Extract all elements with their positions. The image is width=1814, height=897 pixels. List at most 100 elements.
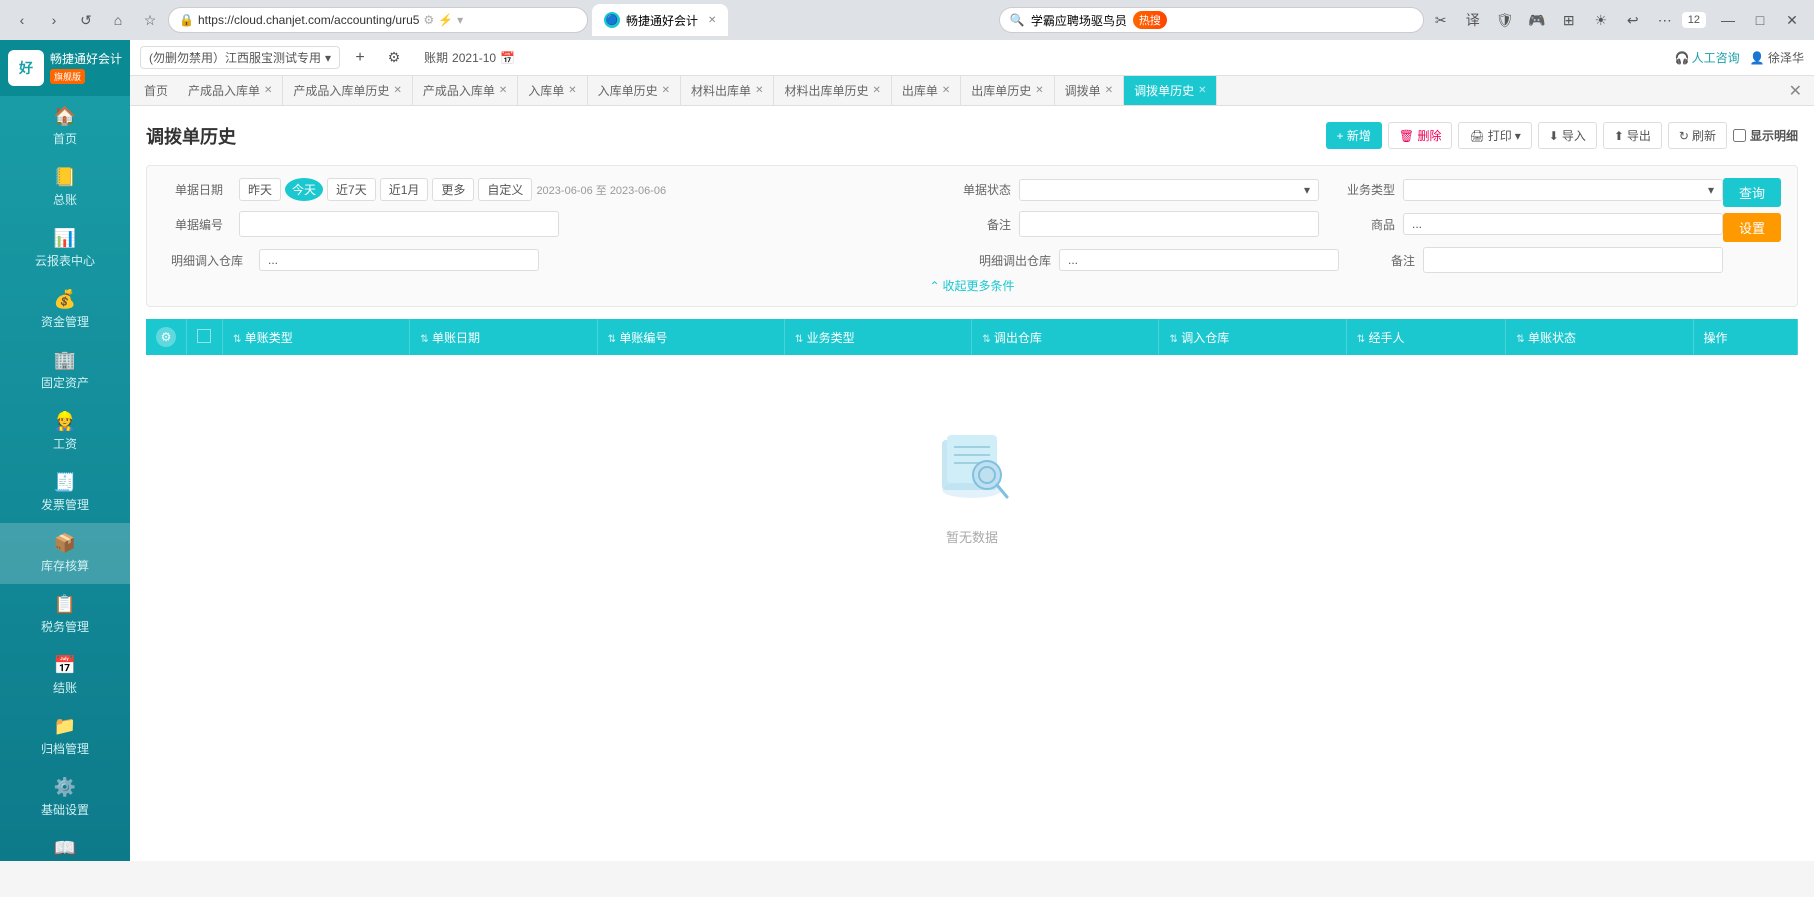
- close-tab-icon[interactable]: ✕: [499, 85, 507, 96]
- sidebar-item-inventory[interactable]: 📦 库存核算: [0, 523, 130, 584]
- print-dropdown[interactable]: ▾: [1515, 129, 1521, 143]
- sidebar-item-settings[interactable]: ⚙️ 基础设置: [0, 767, 130, 828]
- docno-input[interactable]: [239, 211, 559, 237]
- translate-icon[interactable]: 译: [1460, 7, 1486, 33]
- close-tab-icon[interactable]: ✕: [755, 85, 763, 96]
- tab-product-inbound2[interactable]: 产成品入库单 ✕: [413, 76, 518, 105]
- tab-transfer[interactable]: 调拨单 ✕: [1055, 76, 1124, 105]
- search-bar[interactable]: 🔍 学霸应聘场驱鸟员 热搜: [999, 7, 1424, 33]
- tab-inbound-history[interactable]: 入库单历史 ✕: [588, 76, 681, 105]
- address-bar[interactable]: 🔒 https://cloud.chanjet.com/accounting/u…: [168, 7, 588, 33]
- shield-icon[interactable]: 🛡: [1492, 7, 1518, 33]
- print-button[interactable]: 🖨 打印 ▾: [1458, 122, 1531, 149]
- tab-inbound[interactable]: 入库单 ✕: [518, 76, 587, 105]
- show-cols-input[interactable]: [1733, 129, 1746, 142]
- yesterday-button[interactable]: 昨天: [239, 178, 281, 201]
- status-select[interactable]: ▾: [1019, 179, 1319, 201]
- close-all-tabs-button[interactable]: ✕: [1781, 81, 1810, 101]
- more-menu-icon[interactable]: ⋯: [1652, 7, 1678, 33]
- filter-settings-button[interactable]: 设置: [1723, 213, 1781, 242]
- add-company-button[interactable]: +: [346, 44, 374, 72]
- th-handler[interactable]: ⇅ 经手人: [1346, 319, 1505, 355]
- th-biz-type[interactable]: ⇅ 业务类型: [784, 319, 971, 355]
- th-doc-no[interactable]: ⇅ 单账编号: [597, 319, 784, 355]
- tab-material-outbound-history[interactable]: 材料出库单历史 ✕: [774, 76, 891, 105]
- tab-product-inbound[interactable]: 产成品入库单 ✕: [178, 76, 283, 105]
- sidebar-item-guide[interactable]: 📖 新手引导: [0, 828, 130, 861]
- bookmark-button[interactable]: ☆: [136, 6, 164, 34]
- tab-outbound-history[interactable]: 出库单历史 ✕: [961, 76, 1054, 105]
- 7days-button[interactable]: 近7天: [327, 178, 376, 201]
- sidebar-item-invoice[interactable]: 🧾 发票管理: [0, 462, 130, 523]
- game-icon[interactable]: 🎮: [1524, 7, 1550, 33]
- close-button[interactable]: ✕: [1778, 9, 1806, 31]
- sidebar-item-closing[interactable]: 📅 结账: [0, 645, 130, 706]
- remark2-input[interactable]: [1423, 247, 1723, 273]
- tab-material-outbound[interactable]: 材料出库单 ✕: [681, 76, 774, 105]
- import-button[interactable]: ⬇ 导入: [1538, 122, 1597, 149]
- tab-outbound[interactable]: 出库单 ✕: [892, 76, 961, 105]
- select-all-checkbox[interactable]: [197, 329, 211, 343]
- th-gear[interactable]: ⚙: [146, 319, 187, 355]
- reload-button[interactable]: ↺: [72, 6, 100, 34]
- th-in-warehouse[interactable]: ⇅ 调入仓库: [1159, 319, 1346, 355]
- show-columns-checkbox[interactable]: 显示明细: [1733, 127, 1798, 144]
- delete-button[interactable]: 🗑 删除: [1388, 122, 1453, 149]
- sidebar-item-tax[interactable]: 📋 税务管理: [0, 584, 130, 645]
- biztype-select[interactable]: ▾: [1403, 179, 1723, 201]
- th-status[interactable]: ⇅ 单账状态: [1506, 319, 1693, 355]
- sidebar-item-assets[interactable]: 🏢 固定资产: [0, 340, 130, 401]
- sidebar-item-reports[interactable]: 📊 云报表中心: [0, 218, 130, 279]
- sidebar-item-ledger[interactable]: 📒 总账: [0, 157, 130, 218]
- home-button[interactable]: ⌂: [104, 6, 132, 34]
- company-selector[interactable]: (勿删勿禁用）江西服宝测试专用 ▾: [140, 46, 340, 69]
- minimize-button[interactable]: —: [1714, 9, 1742, 31]
- tab-home[interactable]: 首页: [134, 76, 178, 105]
- forward-button[interactable]: ›: [40, 6, 68, 34]
- close-tab-icon[interactable]: ✕: [708, 15, 716, 26]
- close-tab-icon[interactable]: ✕: [662, 85, 670, 96]
- tab-count[interactable]: 12: [1682, 12, 1706, 28]
- close-tab-icon[interactable]: ✕: [1035, 85, 1043, 96]
- th-doc-date[interactable]: ⇅ 单账日期: [410, 319, 597, 355]
- search-button[interactable]: 查询: [1723, 178, 1781, 207]
- 1month-button[interactable]: 近1月: [380, 178, 429, 201]
- close-tab-icon[interactable]: ✕: [393, 85, 401, 96]
- sidebar-item-home[interactable]: 🏠 首页: [0, 96, 130, 157]
- sidebar-item-payroll[interactable]: 👷 工资: [0, 401, 130, 462]
- scissors-icon[interactable]: ✂: [1428, 7, 1454, 33]
- close-tab-icon[interactable]: ✕: [1105, 85, 1113, 96]
- custom-button[interactable]: 自定义: [478, 178, 532, 201]
- out-warehouse-select[interactable]: ...: [1059, 249, 1339, 271]
- user-avatar[interactable]: 👤 徐泽华: [1750, 49, 1804, 66]
- export-button[interactable]: ⬆ 导出: [1603, 122, 1662, 149]
- new-button[interactable]: + 新增: [1326, 122, 1382, 149]
- in-warehouse-select[interactable]: ...: [259, 249, 539, 271]
- tab-product-inbound-history[interactable]: 产成品入库单历史 ✕: [283, 76, 412, 105]
- th-out-warehouse[interactable]: ⇅ 调出仓库: [972, 319, 1159, 355]
- today-button[interactable]: 今天: [285, 178, 323, 201]
- support-button[interactable]: 🎧 人工咨询: [1675, 49, 1740, 66]
- close-tab-icon[interactable]: ✕: [568, 85, 576, 96]
- brightness-icon[interactable]: ☀: [1588, 7, 1614, 33]
- close-tab-icon[interactable]: ✕: [264, 85, 272, 96]
- settings-company-button[interactable]: ⚙: [380, 44, 408, 72]
- sidebar-item-archive[interactable]: 📁 归档管理: [0, 706, 130, 767]
- more-button[interactable]: 更多: [432, 178, 474, 201]
- close-tab-icon[interactable]: ✕: [1198, 85, 1206, 96]
- th-check[interactable]: [187, 319, 223, 355]
- maximize-button[interactable]: □: [1746, 9, 1774, 31]
- th-doc-type[interactable]: ⇅ 单账类型: [223, 319, 410, 355]
- close-tab-icon[interactable]: ✕: [872, 85, 880, 96]
- remark-input[interactable]: [1019, 211, 1319, 237]
- browser-tab-active[interactable]: 🔵 畅捷通好会计 ✕: [592, 4, 728, 36]
- close-tab-icon[interactable]: ✕: [942, 85, 950, 96]
- refresh-button[interactable]: ↻ 刷新: [1668, 122, 1727, 149]
- goods-select[interactable]: ...: [1403, 213, 1723, 235]
- tab-transfer-history[interactable]: 调拨单历史 ✕: [1124, 76, 1217, 105]
- collapse-button[interactable]: ⌃ 收起更多条件: [929, 277, 1014, 294]
- grid-icon[interactable]: ⊞: [1556, 7, 1582, 33]
- history-icon[interactable]: ↩: [1620, 7, 1646, 33]
- back-button[interactable]: ‹: [8, 6, 36, 34]
- sidebar-item-funds[interactable]: 💰 资金管理: [0, 279, 130, 340]
